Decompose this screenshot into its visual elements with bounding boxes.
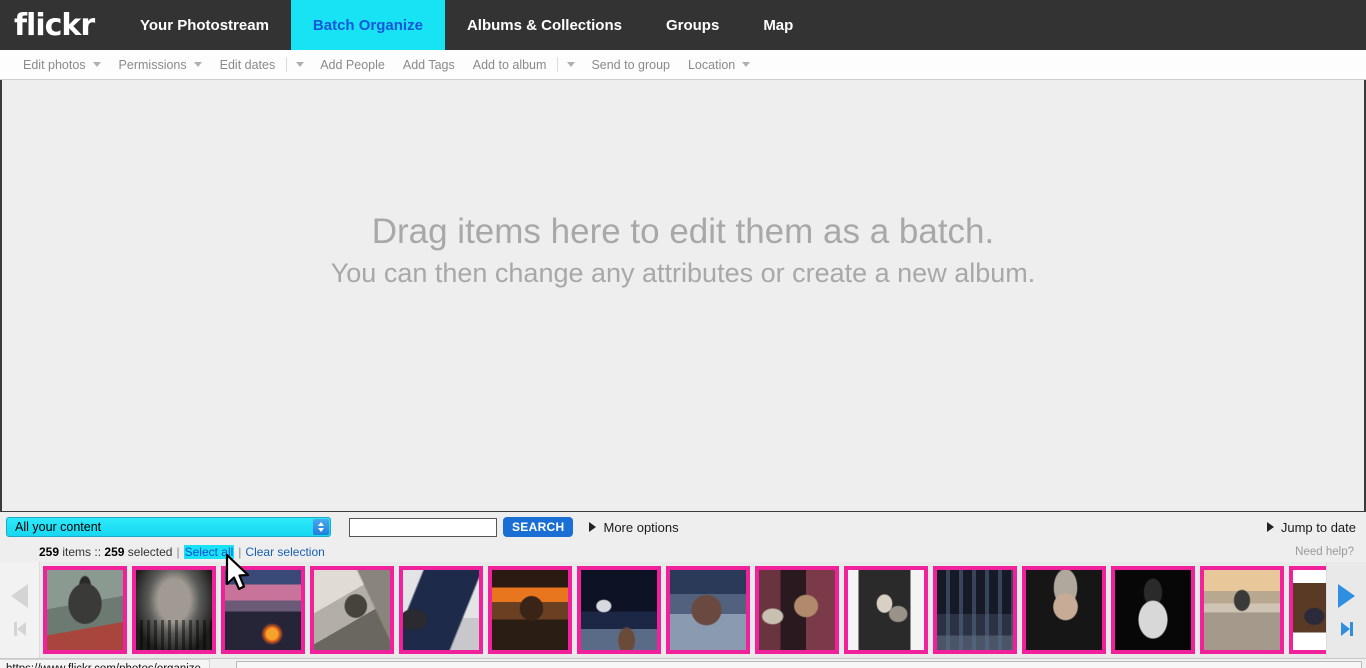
toolbar-edit-dates[interactable]: Edit dates xyxy=(211,54,285,76)
toolbar-add-tags-label: Add Tags xyxy=(402,57,455,72)
content-filter-value[interactable]: All your content xyxy=(6,517,331,537)
thumbnail-item[interactable] xyxy=(399,566,483,654)
search-button[interactable]: SEARCH xyxy=(503,517,574,537)
batch-drop-area[interactable]: Drag items here to edit them as a batch.… xyxy=(0,80,1366,512)
dropzone-primary-text: Drag items here to edit them as a batch. xyxy=(371,212,995,251)
content-filter-select[interactable]: All your content xyxy=(6,517,331,537)
toolbar-add-to-album-label: Add to album xyxy=(472,57,547,72)
search-input[interactable] xyxy=(349,517,497,537)
top-navigation-bar: flickr Your Photostream Batch Organize A… xyxy=(0,0,1366,50)
selected-label: selected xyxy=(127,545,173,559)
selected-count: 259 xyxy=(104,545,125,559)
toolbar-divider xyxy=(286,57,288,72)
clear-selection-link[interactable]: Clear selection xyxy=(245,545,324,559)
chevron-down-icon xyxy=(296,62,305,67)
filmstrip-right-nav xyxy=(1326,562,1366,658)
chevron-up-icon xyxy=(318,522,324,526)
thumbnail-item[interactable] xyxy=(1289,566,1326,654)
thumbnail-item[interactable] xyxy=(577,566,661,654)
select-all-link[interactable]: Select all xyxy=(183,545,235,559)
jump-to-date-toggle[interactable]: Jump to date xyxy=(1266,519,1356,535)
separator: | xyxy=(238,545,242,559)
toolbar-add-to-album[interactable]: Add to album xyxy=(464,54,556,76)
jump-to-date-label: Jump to date xyxy=(1280,519,1356,535)
thumbnail-item[interactable] xyxy=(310,566,394,654)
thumbnail-strip xyxy=(40,562,1326,658)
nav-tabs: Your Photostream Batch Organize Albums &… xyxy=(118,0,815,50)
thumbnail-item[interactable] xyxy=(1022,566,1106,654)
triangle-right-icon xyxy=(589,522,597,532)
chevron-down-icon xyxy=(567,62,576,67)
thumbnail-item[interactable] xyxy=(132,566,216,654)
thumbnail-item[interactable] xyxy=(221,566,305,654)
photo-filmstrip xyxy=(0,554,1366,658)
thumbnail-item[interactable] xyxy=(666,566,750,654)
thumbnail-item[interactable] xyxy=(1111,566,1195,654)
chevron-down-icon xyxy=(92,62,101,67)
tab-albums-collections[interactable]: Albums & Collections xyxy=(445,0,644,50)
need-help-link[interactable]: Need help? xyxy=(1295,546,1354,558)
toolbar-divider xyxy=(557,57,559,72)
search-bar: All your content SEARCH More options Jum… xyxy=(0,512,1366,542)
next-arrow-icon[interactable] xyxy=(1338,584,1355,608)
toolbar-location-label: Location xyxy=(687,57,736,72)
thumbnail-item[interactable] xyxy=(933,566,1017,654)
triangle-right-icon xyxy=(1266,522,1274,532)
items-label: items :: xyxy=(62,545,102,559)
thumbnail-item[interactable] xyxy=(755,566,839,654)
horizontal-scrollbar[interactable] xyxy=(236,661,1362,668)
toolbar-permissions[interactable]: Permissions xyxy=(110,54,211,76)
chevron-down-icon xyxy=(318,528,324,532)
toolbar-add-to-album-dropdown[interactable] xyxy=(560,54,582,76)
first-page-arrow-icon[interactable] xyxy=(13,622,26,636)
thumbnail-item[interactable] xyxy=(43,566,127,654)
tab-your-photostream[interactable]: Your Photostream xyxy=(118,0,291,50)
selection-status-line: 259 items :: 259 selected | Select all |… xyxy=(0,542,1366,562)
toolbar-location[interactable]: Location xyxy=(679,54,759,76)
last-page-arrow-icon[interactable] xyxy=(1340,622,1353,636)
toolbar-add-people-label: Add People xyxy=(320,57,385,72)
toolbar-edit-photos[interactable]: Edit photos xyxy=(14,54,110,76)
toolbar-send-to-group[interactable]: Send to group xyxy=(582,54,679,76)
toolbar-add-tags[interactable]: Add Tags xyxy=(394,54,464,76)
browser-status-bar: https://www.flickr.com/photos/organize xyxy=(0,658,1366,668)
chevron-down-icon xyxy=(193,62,202,67)
toolbar-send-to-group-label: Send to group xyxy=(591,57,670,72)
more-options-toggle[interactable]: More options xyxy=(589,519,679,535)
separator: | xyxy=(176,545,180,559)
select-stepper-icon[interactable] xyxy=(313,519,329,535)
filmstrip-left-nav xyxy=(0,562,40,658)
toolbar-edit-photos-label: Edit photos xyxy=(23,57,86,72)
prev-arrow-icon[interactable] xyxy=(11,584,28,608)
dropzone-secondary-text: You can then change any attributes or cr… xyxy=(330,258,1036,288)
toolbar-edit-dates-label: Edit dates xyxy=(219,57,276,72)
more-options-label: More options xyxy=(603,519,679,535)
toolbar-edit-dates-dropdown[interactable] xyxy=(289,54,311,76)
tab-groups[interactable]: Groups xyxy=(644,0,741,50)
thumbnail-item[interactable] xyxy=(1200,566,1284,654)
chevron-down-icon xyxy=(742,62,751,67)
toolbar-add-people[interactable]: Add People xyxy=(311,54,394,76)
item-count: 259 xyxy=(39,545,60,559)
status-url: https://www.flickr.com/photos/organize xyxy=(0,659,210,668)
thumbnail-item[interactable] xyxy=(844,566,928,654)
tab-batch-organize[interactable]: Batch Organize xyxy=(290,0,445,50)
batch-toolbar: Edit photos Permissions Edit dates Add P… xyxy=(0,50,1366,80)
flickr-logo[interactable]: flickr xyxy=(0,0,118,50)
toolbar-permissions-label: Permissions xyxy=(118,57,187,72)
tab-map[interactable]: Map xyxy=(741,0,815,50)
thumbnail-item[interactable] xyxy=(488,566,572,654)
